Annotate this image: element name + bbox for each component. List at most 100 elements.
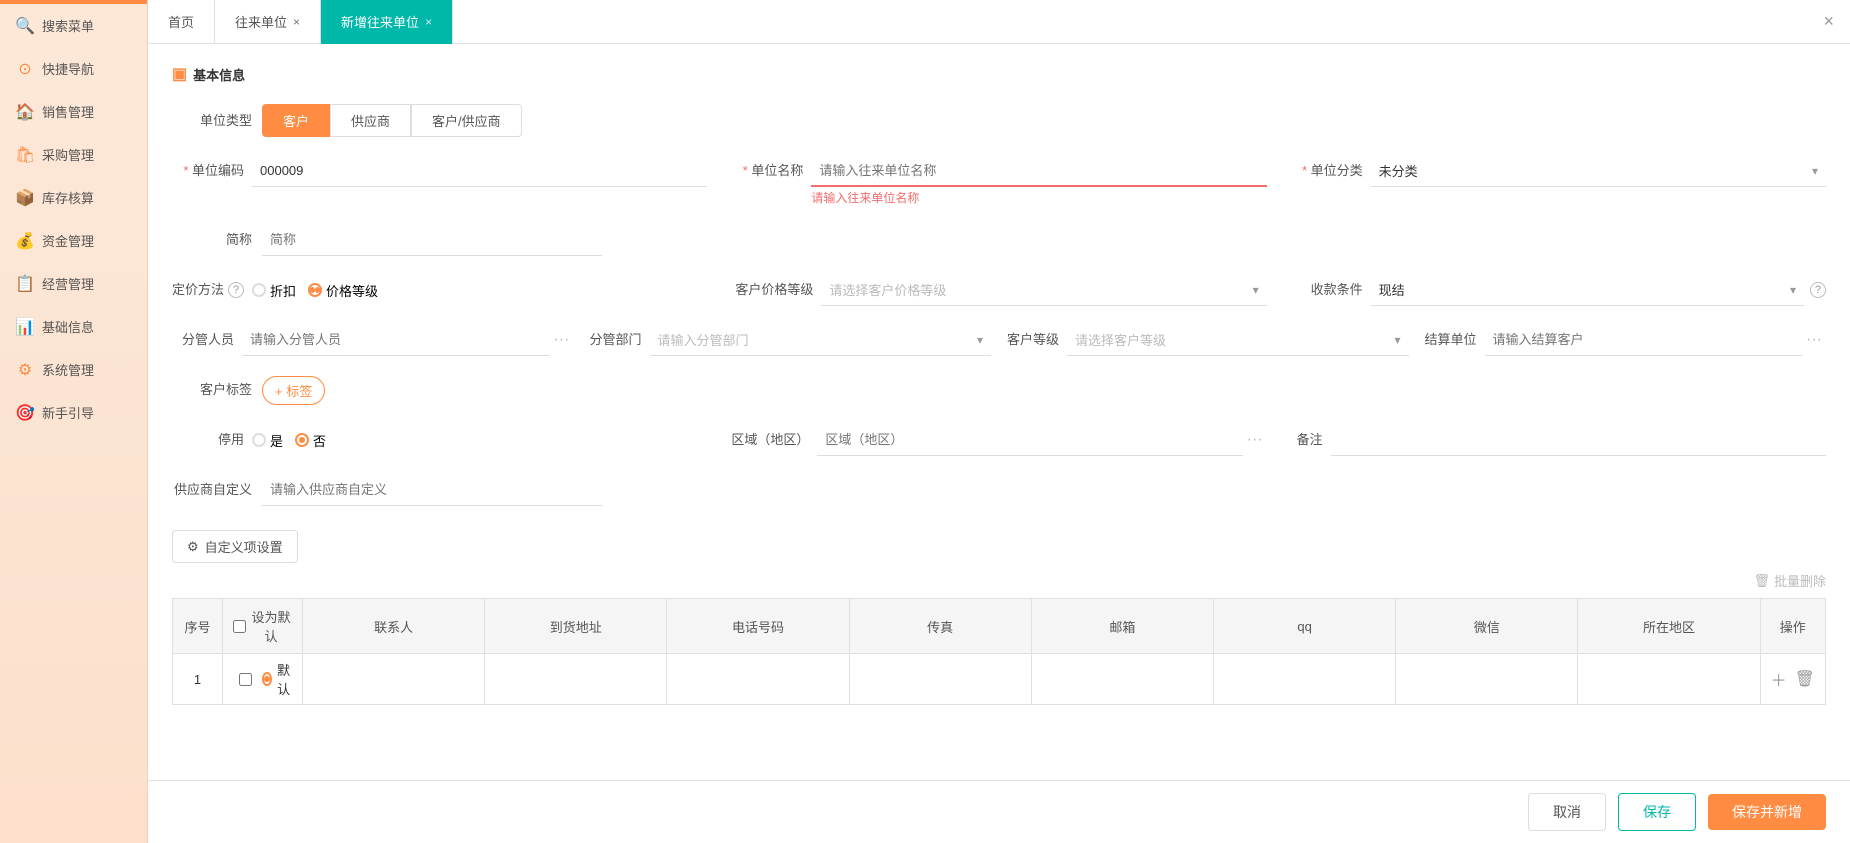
payment-terms-label: 收款条件 <box>1291 274 1371 306</box>
cell-qq[interactable] <box>1213 654 1395 705</box>
add-tag-button[interactable]: + 标签 <box>262 376 325 405</box>
row-checkbox[interactable] <box>233 673 258 686</box>
manager-input[interactable] <box>242 324 550 356</box>
chevron-down-icon: ▾ <box>1790 283 1796 297</box>
sidebar-item-system[interactable]: ⚙ 系统管理 <box>0 348 147 391</box>
form-footer: 取消 保存 保存并新增 <box>148 780 1850 843</box>
remarks-group: 备注 <box>1291 424 1826 456</box>
customer-price-level-label: 客户价格等级 <box>731 274 821 306</box>
cell-wechat[interactable] <box>1396 654 1578 705</box>
radio-discount-label: 折扣 <box>270 281 296 300</box>
cancel-button[interactable]: 取消 <box>1528 793 1606 831</box>
unit-name-input[interactable] <box>811 155 1266 187</box>
tab-contacts[interactable]: 往来单位 × <box>215 0 321 44</box>
settlement-input-wrap: ··· <box>1485 324 1826 356</box>
contact-input[interactable] <box>313 672 474 687</box>
save-button[interactable]: 保存 <box>1618 793 1696 831</box>
phone-input[interactable] <box>677 672 838 687</box>
batch-delete-icon: 🗑 <box>1753 573 1770 589</box>
abbr-input[interactable] <box>262 224 602 256</box>
cell-address[interactable] <box>485 654 667 705</box>
region-group: 区域（地区） ··· <box>731 424 1266 456</box>
unit-code-input[interactable] <box>252 155 707 187</box>
sidebar-item-sales[interactable]: 🏠 销售管理 <box>0 90 147 133</box>
sidebar-item-operations[interactable]: 📋 经营管理 <box>0 262 147 305</box>
unit-category-select[interactable]: 未分类 ▾ <box>1371 155 1826 187</box>
radio-no[interactable]: 否 <box>295 431 326 450</box>
cell-no: 1 <box>173 654 223 705</box>
region-more-button[interactable]: ··· <box>1243 431 1267 449</box>
customer-price-level-placeholder: 请选择客户价格等级 <box>829 280 1252 299</box>
supplier-custom-input[interactable] <box>262 474 602 506</box>
settlement-more-button[interactable]: ··· <box>1802 331 1826 349</box>
sales-icon: 🏠 <box>16 103 34 121</box>
email-input[interactable] <box>1042 672 1203 687</box>
payment-terms-help-icon[interactable]: ? <box>1810 282 1826 298</box>
radio-yes[interactable]: 是 <box>252 431 283 450</box>
custom-settings-button[interactable]: ⚙ 自定义项设置 <box>172 530 298 563</box>
radio-discount[interactable]: 折扣 <box>252 281 296 300</box>
close-all-tabs-button[interactable]: × <box>1807 11 1850 32</box>
sidebar-item-purchase[interactable]: 🛍 采购管理 <box>0 133 147 176</box>
payment-terms-select[interactable]: 现结 ▾ <box>1371 274 1804 306</box>
select-all-checkbox[interactable] <box>233 620 246 633</box>
remarks-input[interactable] <box>1331 424 1826 456</box>
chevron-down-icon: ▾ <box>1253 283 1259 297</box>
tab-new-contact-label: 新增往来单位 <box>341 12 419 31</box>
cell-default: 默认 <box>223 654 303 705</box>
tab-contacts-close[interactable]: × <box>293 15 300 29</box>
search-icon: 🔍 <box>16 17 34 35</box>
address-input[interactable] <box>495 672 656 687</box>
dept-select[interactable]: 请输入分管部门 ▾ <box>650 324 991 356</box>
sidebar-item-label: 基础信息 <box>42 317 94 336</box>
unit-name-label: 单位名称 <box>731 155 811 187</box>
unit-type-label: 单位类型 <box>172 105 262 137</box>
batch-delete-label[interactable]: 批量删除 <box>1774 571 1826 590</box>
settlement-input[interactable] <box>1485 324 1803 356</box>
unit-category-label: 单位分类 <box>1291 155 1371 187</box>
sidebar-item-label: 快捷导航 <box>42 59 94 78</box>
tab-bar: 首页 往来单位 × 新增往来单位 × × <box>148 0 1850 44</box>
region-input[interactable] <box>817 424 1242 456</box>
customer-level-label: 客户等级 <box>1007 324 1067 356</box>
customer-price-level-select[interactable]: 请选择客户价格等级 ▾ <box>821 274 1266 306</box>
tab-new-contact-close[interactable]: × <box>425 15 432 29</box>
pricing-help-icon[interactable]: ? <box>228 282 244 298</box>
sidebar-item-quicknav[interactable]: ⊙ 快捷导航 <box>0 47 147 90</box>
sidebar-item-basic[interactable]: 📊 基础信息 <box>0 305 147 348</box>
col-address: 到货地址 <box>485 599 667 654</box>
wechat-input[interactable] <box>1406 672 1567 687</box>
pricing-group: 定价方法 ? 折扣 价格等级 <box>172 274 707 306</box>
cell-phone[interactable] <box>667 654 849 705</box>
default-radio[interactable] <box>262 672 272 686</box>
radio-yes-dot <box>252 433 266 447</box>
col-location: 所在地区 <box>1578 599 1760 654</box>
type-btn-both[interactable]: 客户/供应商 <box>411 104 522 137</box>
manager-more-button[interactable]: ··· <box>550 331 574 349</box>
delete-row-button[interactable]: 🗑 <box>1795 669 1815 689</box>
sidebar-item-finance[interactable]: 💰 资金管理 <box>0 219 147 262</box>
radio-price-level[interactable]: 价格等级 <box>308 281 378 300</box>
tab-home[interactable]: 首页 <box>148 0 215 44</box>
qq-input[interactable] <box>1224 672 1385 687</box>
section-title: ▣ 基本信息 <box>172 64 1826 84</box>
save-new-button[interactable]: 保存并新增 <box>1708 794 1826 830</box>
cell-location[interactable] <box>1578 654 1760 705</box>
customer-level-placeholder: 请选择客户等级 <box>1075 330 1394 349</box>
operations-icon: 📋 <box>16 275 34 293</box>
tab-home-label: 首页 <box>168 12 194 31</box>
add-row-button[interactable]: ＋ <box>1771 667 1787 691</box>
cell-email[interactable] <box>1031 654 1213 705</box>
sidebar-item-search[interactable]: 🔍 搜索菜单 <box>0 4 147 47</box>
type-btn-customer[interactable]: 客户 <box>262 104 330 137</box>
remarks-input-wrap <box>1331 424 1826 456</box>
fax-input[interactable] <box>860 672 1021 687</box>
tab-new-contact[interactable]: 新增往来单位 × <box>321 0 453 44</box>
location-input[interactable] <box>1588 672 1749 687</box>
cell-fax[interactable] <box>849 654 1031 705</box>
cell-contact[interactable] <box>303 654 485 705</box>
sidebar-item-guide[interactable]: 🎯 新手引导 <box>0 391 147 434</box>
type-btn-supplier[interactable]: 供应商 <box>330 104 411 137</box>
customer-level-select[interactable]: 请选择客户等级 ▾ <box>1067 324 1408 356</box>
sidebar-item-inventory[interactable]: 📦 库存核算 <box>0 176 147 219</box>
